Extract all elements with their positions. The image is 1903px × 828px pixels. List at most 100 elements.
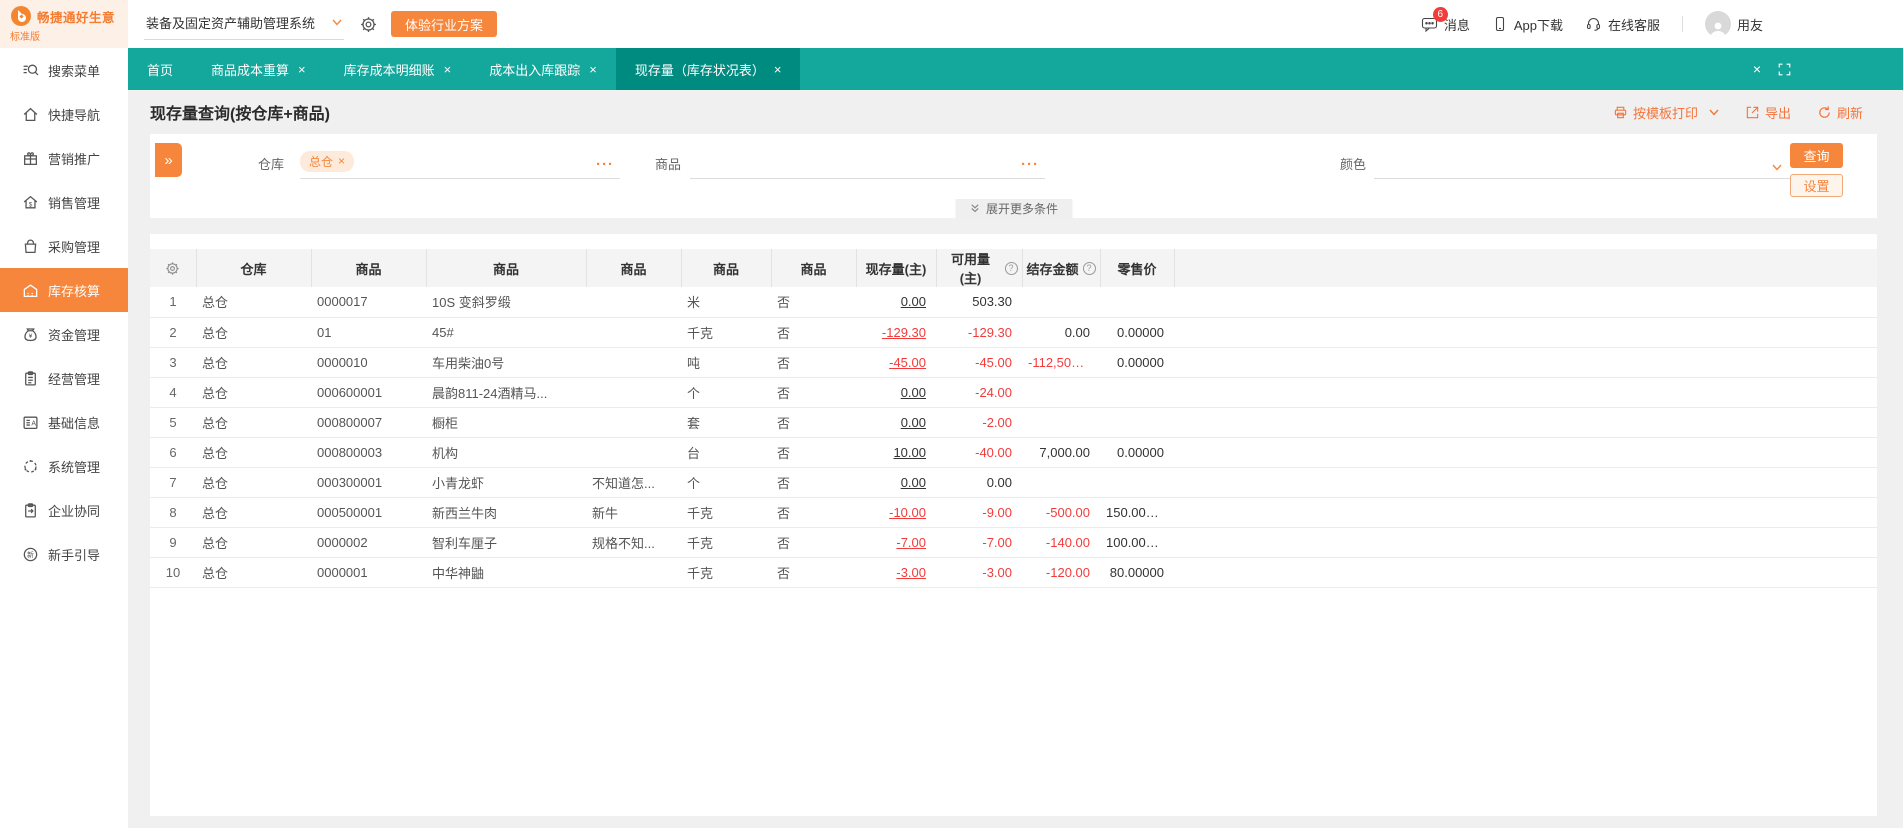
- cell-available-qty: -9.00: [936, 497, 1022, 528]
- refresh-icon: [1819, 105, 1830, 118]
- tab-close-icon[interactable]: ×: [589, 62, 597, 77]
- cell-retail-price: [1100, 287, 1174, 318]
- trial-plan-button[interactable]: 体验行业方案: [391, 11, 498, 37]
- header-product-code[interactable]: 商品: [310, 249, 426, 287]
- cell-current-qty-link[interactable]: -45.00: [856, 347, 936, 378]
- cell-row-number: 7: [150, 467, 196, 498]
- money-bag-icon: ¥: [24, 327, 37, 341]
- close-all-tabs-icon[interactable]: ×: [1753, 61, 1761, 77]
- cell-row-number: 2: [150, 317, 196, 348]
- tab-close-icon[interactable]: ×: [444, 62, 452, 77]
- user-menu[interactable]: 用友: [1704, 11, 1763, 37]
- cell-row-number: 4: [150, 377, 196, 408]
- settings-button[interactable]: 设置: [1790, 174, 1843, 197]
- sidebar-item-marketing[interactable]: 营销推广: [0, 136, 128, 180]
- export-button[interactable]: 导出: [1745, 103, 1791, 122]
- cell-product-flag: 否: [771, 527, 856, 558]
- cell-current-qty-link[interactable]: -10.00: [856, 497, 936, 528]
- tab-current-stock[interactable]: 现存量（库存状况表） ×: [615, 48, 801, 90]
- messages-button[interactable]: 消息 6: [1421, 6, 1470, 34]
- refresh-button[interactable]: 刷新: [1817, 103, 1863, 122]
- header-product-name[interactable]: 商品: [425, 249, 586, 287]
- chevron-down-icon[interactable]: [1709, 109, 1719, 116]
- sidebar-item-quick-nav[interactable]: 快捷导航: [0, 92, 128, 136]
- warehouse-picker-ellipsis[interactable]: ···: [596, 156, 614, 173]
- cell-available-qty: -129.30: [936, 317, 1022, 348]
- color-filter-field[interactable]: [1374, 144, 1790, 179]
- sidebar-item-system[interactable]: 系统管理: [0, 444, 128, 488]
- sidebar-item-search-menu[interactable]: 搜索菜单: [0, 48, 128, 92]
- header-product-spec[interactable]: 商品: [585, 249, 681, 287]
- sidebar-item-operations[interactable]: 经营管理: [0, 356, 128, 400]
- cell-product-code: 0000001: [311, 557, 426, 588]
- tab-home[interactable]: 首页: [128, 48, 192, 90]
- filter-expander-button[interactable]: »: [155, 143, 182, 177]
- warehouse-filter-field[interactable]: 总仓 × ···: [300, 144, 620, 179]
- table-body: 1 总仓 0000017 10S 变斜罗缎 米 否 0.00 503.30 2 …: [150, 287, 1877, 588]
- cell-retail-price: 80.00000: [1100, 557, 1174, 588]
- cell-retail-price: [1100, 467, 1174, 498]
- sidebar-item-funds[interactable]: ¥ 资金管理: [0, 312, 128, 356]
- chevron-down-icon[interactable]: [1772, 164, 1782, 171]
- query-button[interactable]: 查询: [1790, 143, 1843, 168]
- divider: [1681, 16, 1683, 32]
- tab-inventory-cost-ledger[interactable]: 库存成本明细账 ×: [325, 48, 471, 90]
- help-icon[interactable]: ?: [1004, 261, 1018, 275]
- tag-remove-icon[interactable]: ×: [338, 154, 345, 168]
- search-icon: [23, 64, 39, 75]
- header-product-flag[interactable]: 商品: [770, 249, 856, 287]
- svg-text:A: A: [31, 420, 36, 427]
- cell-product-code: 000800007: [311, 407, 426, 438]
- cell-row-number: 6: [150, 437, 196, 468]
- cell-current-qty-link[interactable]: 0.00: [856, 467, 936, 498]
- cell-current-qty-link[interactable]: -129.30: [856, 317, 936, 348]
- sales-house-icon: $: [23, 195, 38, 208]
- gear-icon[interactable]: [360, 16, 377, 33]
- cell-product-spec: 规格不知...: [586, 527, 681, 558]
- sidebar-item-base-info[interactable]: A 基础信息: [0, 400, 128, 444]
- product-picker-ellipsis[interactable]: ···: [1021, 156, 1039, 173]
- header-available-qty[interactable]: 可用量(主)?: [935, 249, 1022, 287]
- header-balance-amount[interactable]: 结存金额?: [1021, 249, 1100, 287]
- online-service-button[interactable]: 在线客服: [1585, 15, 1660, 34]
- sidebar-item-sales[interactable]: $ 销售管理: [0, 180, 128, 224]
- header-warehouse[interactable]: 仓库: [195, 249, 311, 287]
- tab-close-icon[interactable]: ×: [298, 62, 306, 77]
- table-row: 4 总仓 000600001 晨韵811-24酒精马... 个 否 0.00 -…: [150, 377, 1877, 408]
- cell-current-qty-link[interactable]: 10.00: [856, 437, 936, 468]
- cell-product-spec: [586, 407, 681, 438]
- cell-current-qty-link[interactable]: -3.00: [856, 557, 936, 588]
- system-dropdown[interactable]: 装备及固定资产辅助管理系统: [144, 9, 344, 40]
- print-by-template-button[interactable]: 按模板打印: [1613, 103, 1719, 122]
- cell-current-qty-link[interactable]: 0.00: [856, 407, 936, 438]
- cell-filler: [1174, 377, 1877, 408]
- cell-current-qty-link[interactable]: -7.00: [856, 527, 936, 558]
- cell-warehouse: 总仓: [196, 347, 311, 378]
- help-icon[interactable]: ?: [1082, 261, 1096, 275]
- warehouse-filter-label: 仓库: [258, 157, 285, 172]
- header-retail-price[interactable]: 零售价: [1099, 249, 1174, 287]
- expand-more-conditions[interactable]: 展开更多条件: [954, 199, 1073, 218]
- column-settings-header[interactable]: [150, 249, 196, 287]
- cell-balance-amount: 7,000.00: [1022, 437, 1100, 468]
- cell-product-spec: [586, 557, 681, 588]
- sidebar-item-purchasing[interactable]: 采购管理: [0, 224, 128, 268]
- tab-cost-recalc[interactable]: 商品成本重算 ×: [192, 48, 325, 90]
- clipboard-icon: [25, 370, 36, 386]
- header-current-qty[interactable]: 现存量(主): [855, 249, 936, 287]
- cell-product-unit: 千克: [681, 527, 771, 558]
- cell-current-qty-link[interactable]: 0.00: [856, 377, 936, 408]
- sidebar-item-beginner-guide[interactable]: 新 新手引导: [0, 532, 128, 576]
- product-filter-field[interactable]: ···: [690, 144, 1045, 179]
- header-product-unit[interactable]: 商品: [680, 249, 771, 287]
- warehouse-icon: [23, 283, 38, 297]
- fullscreen-icon[interactable]: [1778, 63, 1791, 76]
- cell-filler: [1174, 557, 1877, 588]
- tab-cost-in-out-tracking[interactable]: 成本出入库跟踪 ×: [470, 48, 616, 90]
- cell-product-name: 晨韵811-24酒精马...: [426, 377, 586, 408]
- sidebar-item-inventory-accounting[interactable]: 库存核算: [0, 268, 128, 312]
- app-download-button[interactable]: App下载: [1492, 15, 1563, 34]
- sidebar-item-collaboration[interactable]: 企业协同: [0, 488, 128, 532]
- tab-close-icon[interactable]: ×: [774, 62, 782, 77]
- cell-current-qty-link[interactable]: 0.00: [856, 287, 936, 318]
